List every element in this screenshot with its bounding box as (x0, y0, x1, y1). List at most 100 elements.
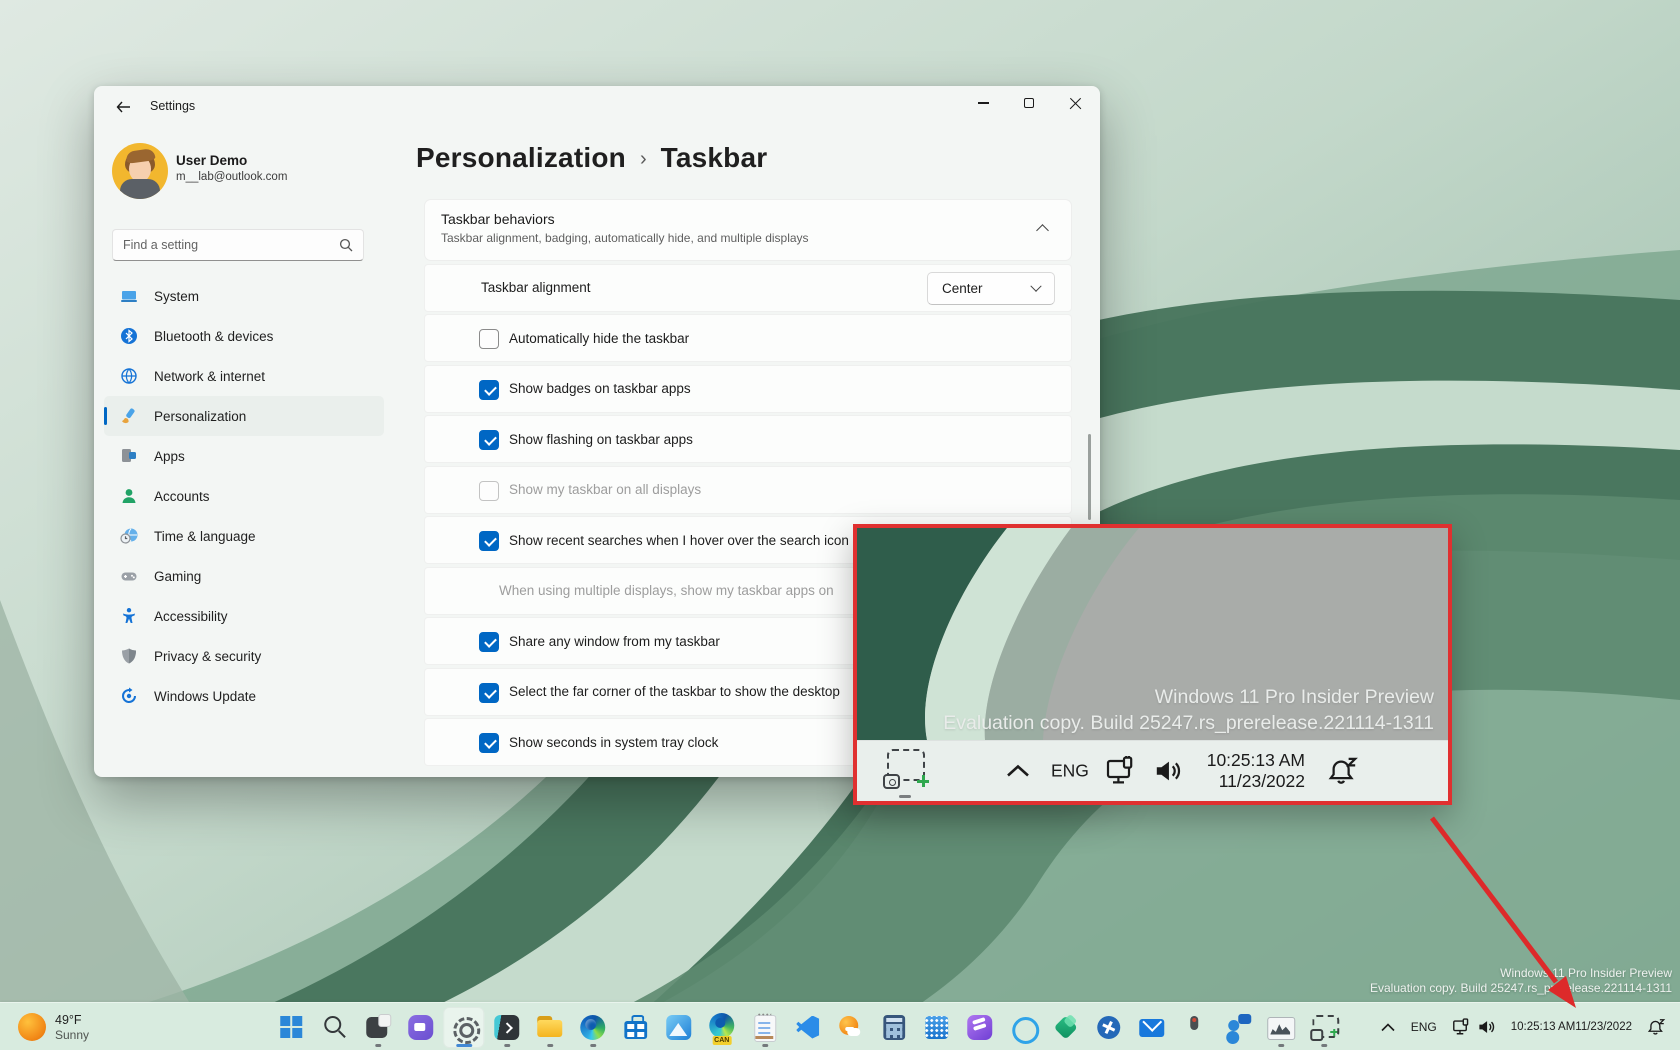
sidebar-item-personalization[interactable]: Personalization (104, 396, 384, 436)
network-icon[interactable] (1452, 1018, 1471, 1036)
start-icon[interactable] (271, 1007, 312, 1048)
health-icon[interactable] (1045, 1007, 1086, 1048)
sidebar-item-windows-update[interactable]: Windows Update (104, 676, 384, 716)
taskbar-app-icons: CAN (270, 1003, 1345, 1050)
feedback-hub-icon[interactable] (1217, 1007, 1258, 1048)
taskbar-alignment-dropdown[interactable]: Center (927, 272, 1055, 305)
close-button[interactable] (1052, 86, 1098, 120)
watermark-line1: Windows 11 Pro Insider Preview (1500, 966, 1672, 980)
sidebar-item-bluetooth[interactable]: Bluetooth & devices (104, 316, 384, 356)
dev-pinwheel-icon[interactable] (1088, 1007, 1129, 1048)
sidebar-item-apps[interactable]: Apps (104, 436, 384, 476)
gamepad-icon (120, 567, 138, 585)
setting-row-flashing[interactable]: Show flashing on taskbar apps (424, 415, 1072, 463)
vscode-icon[interactable] (787, 1007, 828, 1048)
desktop-watermark: Windows 11 Pro Insider Preview Evaluatio… (1370, 966, 1672, 996)
badges-checkbox[interactable] (479, 379, 499, 400)
sidebar-item-label: Apps (154, 448, 185, 464)
hidden-icons-chevron[interactable] (1380, 1022, 1396, 1032)
focus-assist-bell-icon[interactable] (1327, 756, 1359, 786)
mail-icon[interactable] (1131, 1007, 1172, 1048)
clipchamp-icon[interactable] (959, 1007, 1000, 1048)
snipping-tool-icon[interactable] (1303, 1007, 1344, 1048)
all-displays-checkbox (479, 480, 499, 501)
setting-row-auto-hide[interactable]: Automatically hide the taskbar (424, 314, 1072, 362)
paintbrush-icon (120, 407, 138, 425)
calendar-icon[interactable] (916, 1007, 957, 1048)
search-input[interactable] (123, 238, 339, 252)
maximize-button[interactable] (1006, 86, 1052, 120)
hidden-icons-chevron[interactable] (1005, 764, 1031, 779)
sidebar-item-label: Bluetooth & devices (154, 328, 274, 344)
file-explorer-icon[interactable] (529, 1007, 570, 1048)
setting-row-taskbar-alignment: Taskbar alignment Center (424, 263, 1072, 312)
performance-monitor-icon[interactable] (1260, 1007, 1301, 1048)
inset-wallpaper: Windows 11 Pro Insider Preview Evaluatio… (857, 528, 1448, 740)
sidebar-item-system[interactable]: System (104, 276, 384, 316)
system-tray: ENG 10:25:13 AM 11/23/2022 (1380, 1003, 1680, 1050)
task-view-icon[interactable] (357, 1007, 398, 1048)
inset-clock[interactable]: 10:25:13 AM 11/23/2022 (1189, 750, 1305, 792)
sidebar-item-label: Privacy & security (154, 648, 262, 664)
sidebar-item-privacy[interactable]: Privacy & security (104, 636, 384, 676)
calculator-icon[interactable] (873, 1007, 914, 1048)
scrollbar[interactable] (1088, 434, 1091, 520)
far-corner-checkbox[interactable] (479, 682, 499, 703)
speaker-icon[interactable] (1477, 1018, 1496, 1036)
terminal-icon[interactable] (486, 1007, 527, 1048)
sidebar-item-label: System (154, 288, 200, 304)
focus-assist-bell-icon[interactable] (1647, 1018, 1666, 1036)
sidebar-item-label: Network & internet (154, 368, 266, 384)
search-icon[interactable] (314, 1007, 355, 1048)
widgets-weather-button[interactable]: 49°F Sunny (10, 1008, 97, 1046)
taskbar-clock[interactable]: 10:25:13 AM 11/23/2022 (1511, 1020, 1632, 1034)
setting-row-badges[interactable]: Show badges on taskbar apps (424, 364, 1072, 413)
minimize-button[interactable] (960, 86, 1006, 120)
language-indicator[interactable]: ENG (1411, 1020, 1437, 1034)
taskbar-behaviors-header[interactable]: Taskbar behaviors Taskbar alignment, bad… (424, 199, 1072, 261)
apps-grid-icon (120, 447, 138, 465)
system-icon (120, 287, 138, 305)
sidebar-item-accessibility[interactable]: Accessibility (104, 596, 384, 636)
sidebar-item-network[interactable]: Network & internet (104, 356, 384, 396)
sidebar-item-label: Personalization (154, 408, 247, 424)
notepad-icon[interactable] (744, 1007, 785, 1048)
globe-icon (120, 367, 138, 385)
breadcrumb-parent[interactable]: Personalization (416, 142, 626, 174)
snipping-tool-icon[interactable] (883, 749, 931, 798)
cortana-icon[interactable] (1002, 1007, 1043, 1048)
speaker-icon[interactable] (1153, 757, 1183, 785)
store-icon[interactable] (615, 1007, 656, 1048)
running-indicator (589, 1043, 596, 1047)
setting-label: Taskbar alignment (481, 280, 591, 295)
avatar[interactable] (112, 143, 168, 199)
sidebar-item-time-language[interactable]: Time & language (104, 516, 384, 556)
voice-recorder-icon[interactable] (1174, 1007, 1215, 1048)
seconds-clock-checkbox[interactable] (479, 733, 499, 753)
inset-language-indicator[interactable]: ENG (1051, 761, 1089, 782)
share-window-checkbox[interactable] (479, 632, 499, 652)
edge-canary-icon[interactable]: CAN (701, 1007, 742, 1048)
setting-label: Show my taskbar on all displays (509, 482, 702, 497)
chat-icon[interactable] (400, 1007, 441, 1048)
user-email: m__lab@outlook.com (176, 171, 288, 183)
flashing-checkbox[interactable] (479, 430, 499, 450)
photos-icon[interactable] (658, 1007, 699, 1048)
user-name: User Demo (176, 153, 248, 168)
recent-searches-checkbox[interactable] (479, 531, 499, 551)
search-box[interactable] (112, 229, 364, 261)
sidebar-item-label: Accessibility (154, 608, 228, 624)
sidebar-item-label: Gaming (154, 568, 202, 584)
search-icon (339, 238, 353, 252)
network-icon[interactable] (1105, 756, 1137, 786)
breadcrumb-separator-icon: › (639, 148, 647, 170)
sidebar-item-label: Windows Update (154, 688, 257, 704)
back-button[interactable] (108, 94, 138, 120)
auto-hide-checkbox[interactable] (479, 329, 499, 349)
expander-title: Taskbar behaviors (441, 211, 555, 227)
weather-icon[interactable] (830, 1007, 871, 1048)
sidebar-item-gaming[interactable]: Gaming (104, 556, 384, 596)
sidebar-item-accounts[interactable]: Accounts (104, 476, 384, 516)
edge-icon[interactable] (572, 1007, 613, 1048)
settings-icon[interactable] (443, 1006, 485, 1048)
